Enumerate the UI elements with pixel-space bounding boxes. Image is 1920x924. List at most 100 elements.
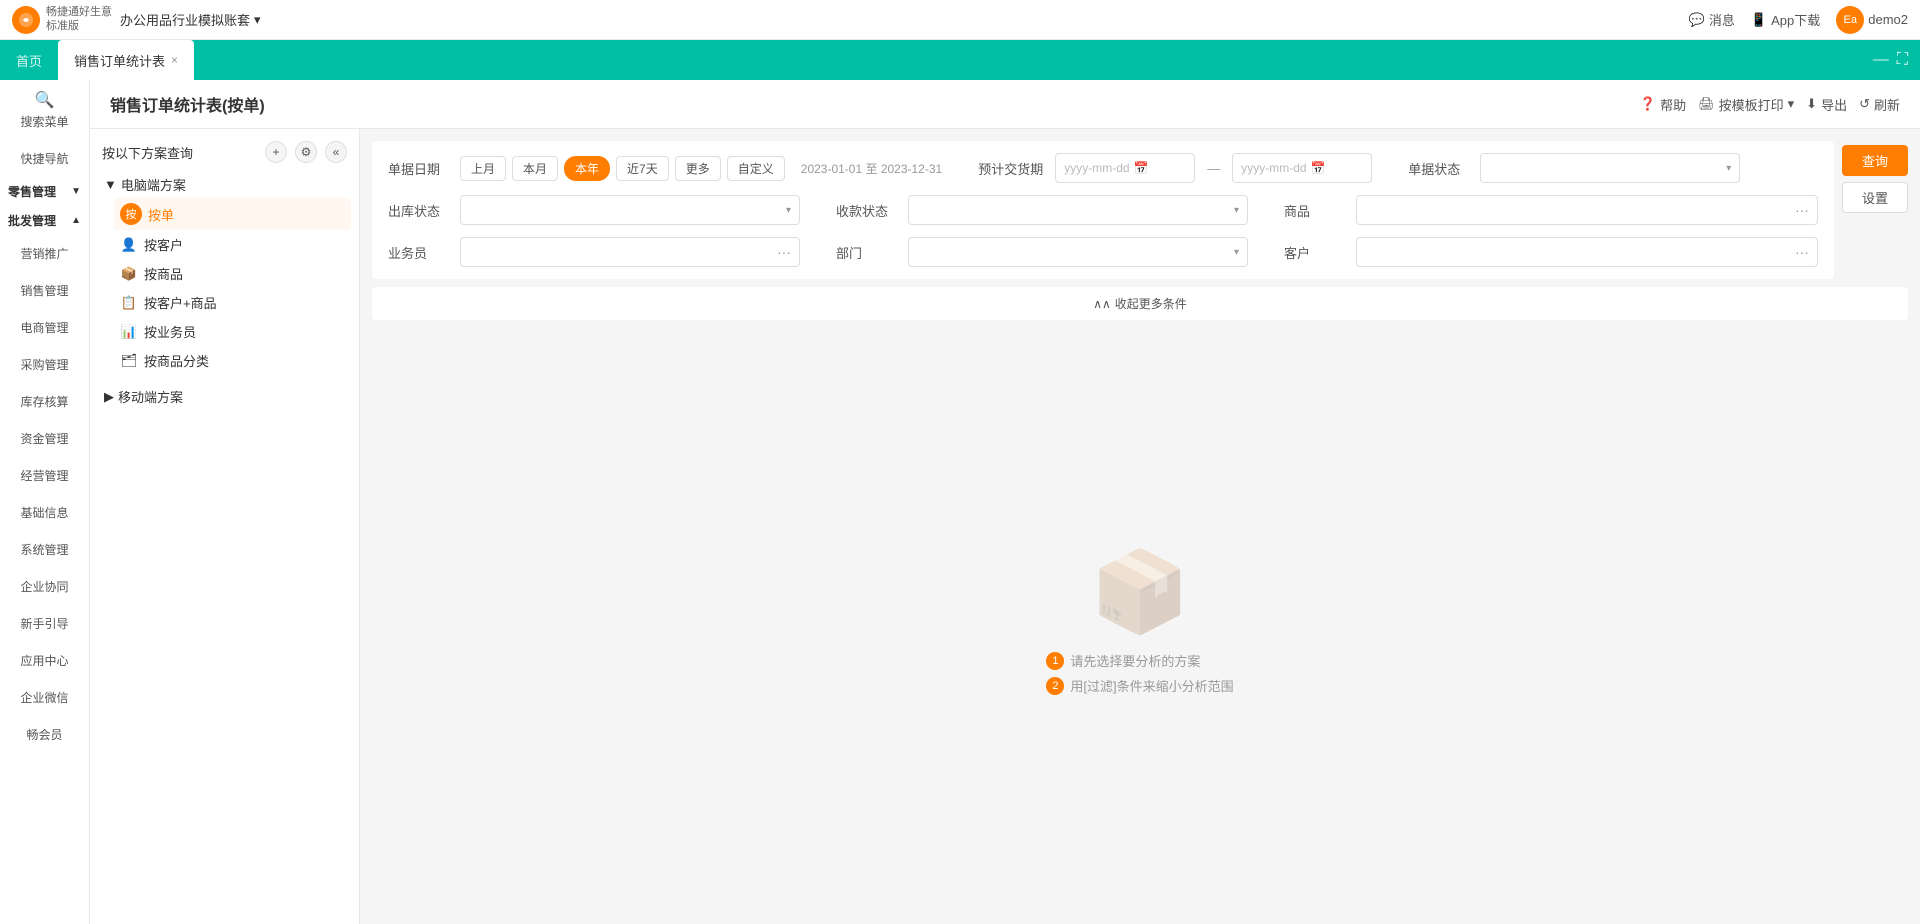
- export-button[interactable]: ⬇ 导出: [1806, 95, 1847, 114]
- sidebar-item-enterprise[interactable]: 企业协同: [0, 568, 89, 605]
- date-btn-custom[interactable]: 自定义: [727, 156, 785, 181]
- tree-item-by-order-label: 按单: [148, 205, 174, 224]
- chevron-down-icon: ▾: [254, 12, 261, 28]
- delivery-status-select[interactable]: ▾: [460, 195, 800, 225]
- refresh-button[interactable]: ↺ 刷新: [1859, 95, 1900, 114]
- sidebar-item-marketing[interactable]: 营销推广: [0, 235, 89, 272]
- sidebar-item-quicknav[interactable]: 快捷导航: [0, 140, 89, 177]
- maximize-icon[interactable]: ⛶: [1897, 51, 1908, 69]
- purchase-label: 采购管理: [20, 356, 68, 373]
- sidebar-item-member[interactable]: 畅会员: [0, 716, 89, 753]
- appcenter-label: 应用中心: [20, 652, 68, 669]
- tree-item-by-customer-label: 按客户: [144, 235, 183, 254]
- sidebar-item-system[interactable]: 系统管理: [0, 531, 89, 568]
- tree-item-by-category[interactable]: 🗂 按商品分类: [114, 346, 351, 375]
- query-button[interactable]: 查询: [1842, 145, 1908, 176]
- export-icon: ⬇: [1806, 96, 1817, 112]
- tab-close-icon[interactable]: ×: [171, 53, 178, 67]
- sidebar-item-inventory[interactable]: 库存核算: [0, 383, 89, 420]
- sidebar-item-wechat[interactable]: 企业微信: [0, 679, 89, 716]
- tree-item-by-order[interactable]: 按 按单: [114, 198, 351, 230]
- date-btn-this-year[interactable]: 本年: [564, 156, 610, 181]
- tip-num-2: 2: [1046, 677, 1064, 695]
- sidebar-section-wholesale[interactable]: 批发管理 ▲: [0, 206, 89, 235]
- edit-scheme-button[interactable]: ⚙: [295, 141, 317, 163]
- help-button[interactable]: ❓ 帮助: [1640, 95, 1686, 114]
- salesman-input[interactable]: ···: [460, 237, 800, 267]
- template-print-button[interactable]: 🖨 按模板打印 ▾: [1698, 95, 1794, 114]
- logo-area: 畅捷通好生意 标准版: [12, 6, 112, 34]
- salesman-more-icon: ···: [777, 244, 791, 260]
- app-icon: 📱: [1751, 12, 1767, 28]
- tree-item-by-salesman-label: 按业务员: [144, 322, 196, 341]
- sidebar-item-operations[interactable]: 经营管理: [0, 457, 89, 494]
- customer-input[interactable]: ···: [1356, 237, 1818, 267]
- sidebar-item-appcenter[interactable]: 应用中心: [0, 642, 89, 679]
- tree-children: 按 按单 👤 按客户 📦 按商品 📋 按客户+商品: [98, 198, 351, 375]
- tab-home[interactable]: 首页: [0, 40, 58, 80]
- dept-arrow-icon: ▾: [1234, 247, 1239, 258]
- payment-status-select[interactable]: ▾: [908, 195, 1248, 225]
- empty-tips: 1 请先选择要分析的方案 2 用[过滤]条件来缩小分析范围: [1046, 651, 1233, 695]
- collapse-button[interactable]: ∧∧ 收起更多条件: [1093, 295, 1187, 312]
- company-selector[interactable]: 办公用品行业模拟账套 ▾: [120, 10, 261, 29]
- sidebar-item-newbie[interactable]: 新手引导: [0, 605, 89, 642]
- sidebar-item-ecommerce[interactable]: 电商管理: [0, 309, 89, 346]
- app-label: App下载: [1771, 10, 1820, 29]
- active-indicator: 按: [120, 203, 142, 225]
- main-layout: 🔍 搜索菜单 快捷导航 零售管理 ▼ 批发管理 ▲ 营销推广 销售管理 电商管理…: [0, 80, 1920, 924]
- print-icon: 🖨: [1698, 96, 1715, 112]
- date-btn-more[interactable]: 更多: [675, 156, 721, 181]
- marketing-label: 营销推广: [20, 245, 68, 262]
- sidebar: 🔍 搜索菜单 快捷导航 零售管理 ▼ 批发管理 ▲ 营销推广 销售管理 电商管理…: [0, 80, 90, 924]
- tree-parent-pc[interactable]: ▼ 电脑端方案: [98, 171, 351, 198]
- expected-date-end[interactable]: yyyy-mm-dd 📅: [1232, 153, 1372, 183]
- newbie-label: 新手引导: [20, 615, 68, 632]
- ecommerce-label: 电商管理: [20, 319, 68, 336]
- date-btn-this-month[interactable]: 本月: [512, 156, 558, 181]
- tree-item-by-salesman[interactable]: 📊 按业务员: [114, 317, 351, 346]
- date-label: 单据日期: [388, 159, 448, 178]
- filter-row-salesman: 业务员 ··· 部门 ▾ 客户 ···: [388, 237, 1818, 267]
- doc-status-label: 单据状态: [1408, 159, 1468, 178]
- page-header: 销售订单统计表(按单) ❓ 帮助 🖨 按模板打印 ▾ ⬇ 导出 ↺ 刷新: [90, 80, 1920, 129]
- quicknav-label: 快捷导航: [20, 150, 68, 167]
- tree-parent-mobile[interactable]: ▶ 移动端方案: [98, 383, 351, 410]
- tree-item-by-goods[interactable]: 📦 按商品: [114, 259, 351, 288]
- sidebar-item-finance[interactable]: 资金管理: [0, 420, 89, 457]
- settings-button[interactable]: 设置: [1842, 182, 1908, 213]
- tab-sales-order[interactable]: 销售订单统计表 ×: [58, 40, 194, 80]
- doc-status-select[interactable]: ▾: [1480, 153, 1740, 183]
- collapse-panel-button[interactable]: «: [325, 141, 347, 163]
- dept-select[interactable]: ▾: [908, 237, 1248, 267]
- tree-item-by-customer[interactable]: 👤 按客户: [114, 230, 351, 259]
- left-panel-header: 按以下方案查询 + ⚙ «: [98, 137, 351, 171]
- top-bar: 畅捷通好生意 标准版 办公用品行业模拟账套 ▾ 💬 消息 📱 App下载 Ea …: [0, 0, 1920, 40]
- sidebar-item-basic[interactable]: 基础信息: [0, 494, 89, 531]
- tab-home-label: 首页: [16, 51, 42, 70]
- goods-label: 商品: [1284, 201, 1344, 220]
- tab-bar: 首页 销售订单统计表 × — ⛶: [0, 40, 1920, 80]
- message-button[interactable]: 💬 消息: [1689, 10, 1735, 29]
- sidebar-item-sales[interactable]: 销售管理: [0, 272, 89, 309]
- expected-date-start[interactable]: yyyy-mm-dd 📅: [1055, 153, 1195, 183]
- date-btn-last-month[interactable]: 上月: [460, 156, 506, 181]
- minimize-icon[interactable]: —: [1873, 51, 1889, 69]
- sidebar-item-search[interactable]: 🔍 搜索菜单: [0, 80, 89, 140]
- operations-label: 经营管理: [20, 467, 68, 484]
- doc-status-arrow-icon: ▾: [1726, 163, 1731, 174]
- sidebar-search-label: 搜索菜单: [20, 113, 68, 130]
- sidebar-section-retail[interactable]: 零售管理 ▼: [0, 177, 89, 206]
- date-btn-7days[interactable]: 近7天: [616, 156, 669, 181]
- tree-icon-goods: 📦: [120, 265, 138, 283]
- inventory-label: 库存核算: [20, 393, 68, 410]
- goods-input[interactable]: ···: [1356, 195, 1818, 225]
- sidebar-item-purchase[interactable]: 采购管理: [0, 346, 89, 383]
- tree-parent-label: 电脑端方案: [121, 175, 186, 194]
- app-download-button[interactable]: 📱 App下载: [1751, 10, 1820, 29]
- tree-mobile-expand-icon: ▶: [104, 389, 114, 405]
- date-range-display: 2023-01-01 至 2023-12-31: [801, 160, 942, 177]
- add-scheme-button[interactable]: +: [265, 141, 287, 163]
- user-menu[interactable]: Ea demo2: [1836, 6, 1908, 34]
- tree-item-by-customer-goods[interactable]: 📋 按客户+商品: [114, 288, 351, 317]
